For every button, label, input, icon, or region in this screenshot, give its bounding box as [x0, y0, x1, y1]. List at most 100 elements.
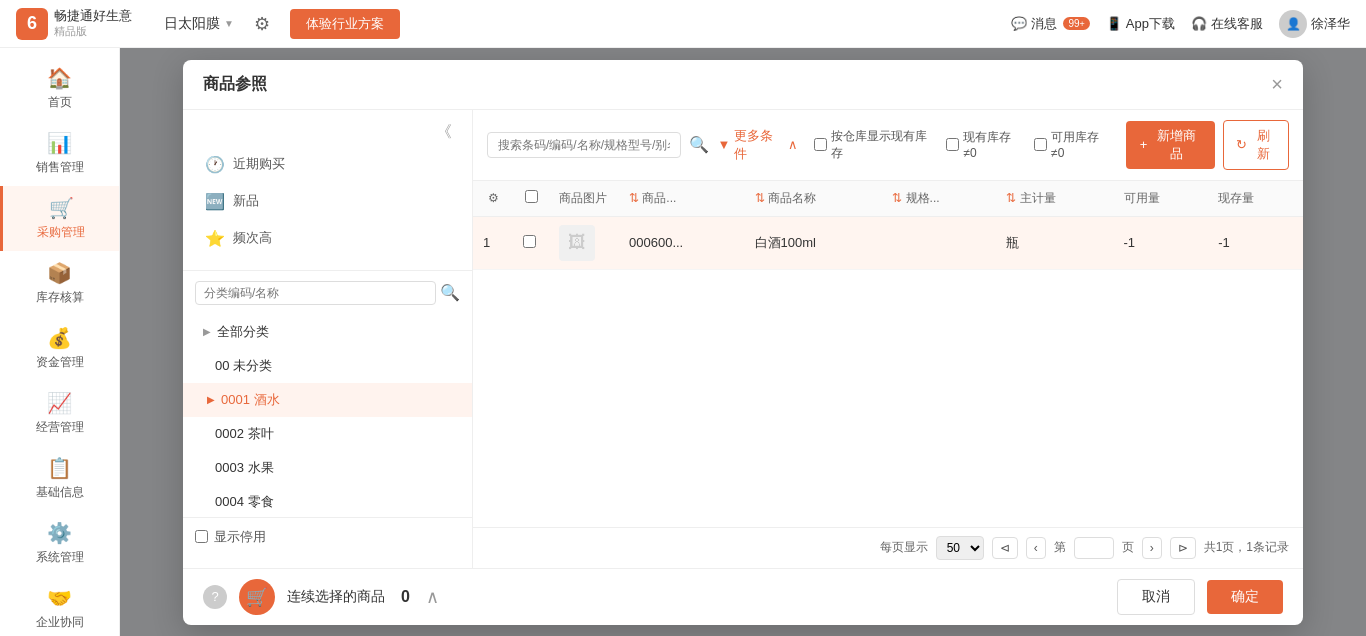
- footer-collapse-button[interactable]: ∧: [426, 586, 439, 608]
- category-search-button[interactable]: 🔍: [440, 283, 460, 302]
- sidebar-label-home: 首页: [48, 94, 72, 111]
- category-tea[interactable]: 0002 茶叶: [183, 417, 472, 451]
- trial-button[interactable]: 体验行业方案: [290, 9, 400, 39]
- category-snack[interactable]: 0004 零食: [183, 485, 472, 517]
- row-index: 1: [473, 216, 513, 269]
- product-search-input[interactable]: [487, 132, 681, 158]
- row-stock: -1: [1208, 216, 1303, 269]
- sidebar-item-purchase[interactable]: 🛒 采购管理: [0, 186, 119, 251]
- sidebar-item-sales[interactable]: 📊 销售管理: [0, 121, 119, 186]
- settings-icon[interactable]: ⚙: [254, 13, 270, 35]
- check-available-stock[interactable]: 可用库存≠0: [1034, 129, 1110, 160]
- last-page-button[interactable]: ⊳: [1170, 537, 1196, 559]
- sidebar-item-inventory[interactable]: 📦 库存核算: [0, 251, 119, 316]
- logo-text: 畅捷通好生意: [54, 8, 132, 24]
- confirm-button[interactable]: 确定: [1207, 580, 1283, 614]
- content-area: 商品参照 × 《 🕐 近期购买: [120, 48, 1366, 636]
- messages-item[interactable]: 💬 消息 99+: [1011, 15, 1089, 33]
- check-warehouse-input[interactable]: [814, 138, 827, 151]
- code-column-header[interactable]: ⇅ 商品...: [619, 181, 745, 217]
- page-number-input[interactable]: 1: [1074, 537, 1114, 559]
- sort-icon: ⇅: [629, 191, 639, 205]
- cancel-button[interactable]: 取消: [1117, 579, 1195, 615]
- message-icon: 💬: [1011, 16, 1027, 31]
- check-current-stock[interactable]: 现有库存≠0: [946, 129, 1022, 160]
- per-page-label: 每页显示: [880, 539, 928, 556]
- per-page-select[interactable]: 50: [936, 536, 984, 560]
- filter-icon: ▼: [717, 137, 730, 152]
- sidebar-item-finance[interactable]: 💰 资金管理: [0, 316, 119, 381]
- first-page-button[interactable]: ⊲: [992, 537, 1018, 559]
- image-col-label: 商品图片: [559, 191, 607, 205]
- sidebar-item-basic-info[interactable]: 📋 基础信息: [0, 446, 119, 511]
- sidebar-item-operations[interactable]: 📈 经营管理: [0, 381, 119, 446]
- settings-column-header[interactable]: ⚙: [473, 181, 513, 217]
- category-uncategorized[interactable]: 00 未分类: [183, 349, 472, 383]
- category-all[interactable]: ▶ 全部分类: [183, 315, 472, 349]
- row-unit: 瓶: [996, 216, 1113, 269]
- category-search-input[interactable]: [195, 281, 436, 305]
- product-table: ⚙ 商品图片 ⇅ 商品...: [473, 181, 1303, 270]
- product-search-button[interactable]: 🔍: [689, 135, 709, 154]
- row-code: 000600...: [619, 216, 745, 269]
- sort-icon: ⇅: [755, 191, 765, 205]
- clock-icon: 🕐: [205, 155, 225, 174]
- sidebar-label-system: 系统管理: [36, 549, 84, 566]
- table-row[interactable]: 1 🖼: [473, 216, 1303, 269]
- row-name: 白酒100ml: [745, 216, 883, 269]
- sidebar-item-enterprise[interactable]: 🤝 企业协同: [0, 576, 119, 636]
- select-all-checkbox[interactable]: [525, 190, 538, 203]
- collapse-left-panel-button[interactable]: 《: [428, 122, 460, 143]
- page-total-info: 共1页，1条记录: [1204, 539, 1289, 556]
- app-download-item[interactable]: 📱 App下载: [1106, 15, 1175, 33]
- star-icon: ⭐: [205, 229, 225, 248]
- refresh-button[interactable]: ↻ 刷新: [1223, 120, 1289, 170]
- quick-item-new[interactable]: 🆕 新品: [195, 186, 460, 217]
- sidebar-item-system[interactable]: ⚙️ 系统管理: [0, 511, 119, 576]
- quick-item-recent[interactable]: 🕐 近期购买: [195, 149, 460, 180]
- continuous-label: 连续选择的商品: [287, 588, 385, 606]
- category-fruit[interactable]: 0003 水果: [183, 451, 472, 485]
- quick-label-frequent: 频次高: [233, 229, 272, 247]
- help-button[interactable]: ?: [203, 585, 227, 609]
- nav-right: 💬 消息 99+ 📱 App下载 🎧 在线客服 👤 徐泽华: [1011, 10, 1350, 38]
- product-reference-modal: 商品参照 × 《 🕐 近期购买: [183, 60, 1303, 625]
- more-conditions-label: 更多条件: [734, 127, 783, 163]
- modal-footer: ? 🛒 连续选择的商品 0 ∧ 取消 确定: [183, 568, 1303, 625]
- plus-icon: +: [1140, 137, 1148, 152]
- selected-count: 0: [401, 588, 410, 606]
- row-checkbox[interactable]: [523, 235, 536, 248]
- display-disabled-checkbox[interactable]: [195, 530, 208, 543]
- logo-icon: 6: [16, 8, 48, 40]
- check-available-stock-input[interactable]: [1034, 138, 1047, 151]
- checkbox-column-header: [513, 181, 549, 217]
- user-item[interactable]: 👤 徐泽华: [1279, 10, 1350, 38]
- display-disabled-label: 显示停用: [214, 528, 266, 546]
- check-warehouse[interactable]: 按仓库显示现有库存: [814, 128, 935, 162]
- category-spirits[interactable]: ▶ 0001 酒水: [183, 383, 472, 417]
- more-conditions-button[interactable]: ▼ 更多条件 ∧: [717, 127, 797, 163]
- add-product-button[interactable]: + 新增商品: [1126, 121, 1216, 169]
- check-current-stock-input[interactable]: [946, 138, 959, 151]
- arrow-down-icon: ▶: [207, 394, 215, 405]
- row-checkbox-cell[interactable]: [513, 216, 549, 269]
- modal-header: 商品参照 ×: [183, 60, 1303, 110]
- row-spec: [882, 216, 996, 269]
- cart-button[interactable]: 🛒: [239, 579, 275, 615]
- category-label: 0001 酒水: [221, 391, 280, 409]
- prev-page-button[interactable]: ‹: [1026, 537, 1046, 559]
- new-icon: 🆕: [205, 192, 225, 211]
- spec-column-header[interactable]: ⇅ 规格...: [882, 181, 996, 217]
- next-page-button[interactable]: ›: [1142, 537, 1162, 559]
- stock-column-header: 现存量: [1208, 181, 1303, 217]
- messages-badge: 99+: [1063, 17, 1089, 30]
- name-column-header[interactable]: ⇅ 商品名称: [745, 181, 883, 217]
- sales-icon: 📊: [47, 131, 72, 155]
- quick-item-frequent[interactable]: ⭐ 频次高: [195, 223, 460, 254]
- unit-column-header[interactable]: ⇅ 主计量: [996, 181, 1113, 217]
- close-button[interactable]: ×: [1271, 74, 1283, 94]
- quick-label-new: 新品: [233, 192, 259, 210]
- service-item[interactable]: 🎧 在线客服: [1191, 15, 1263, 33]
- nav-selector[interactable]: 日太阳膜 ▼: [152, 15, 246, 33]
- sidebar-item-home[interactable]: 🏠 首页: [0, 56, 119, 121]
